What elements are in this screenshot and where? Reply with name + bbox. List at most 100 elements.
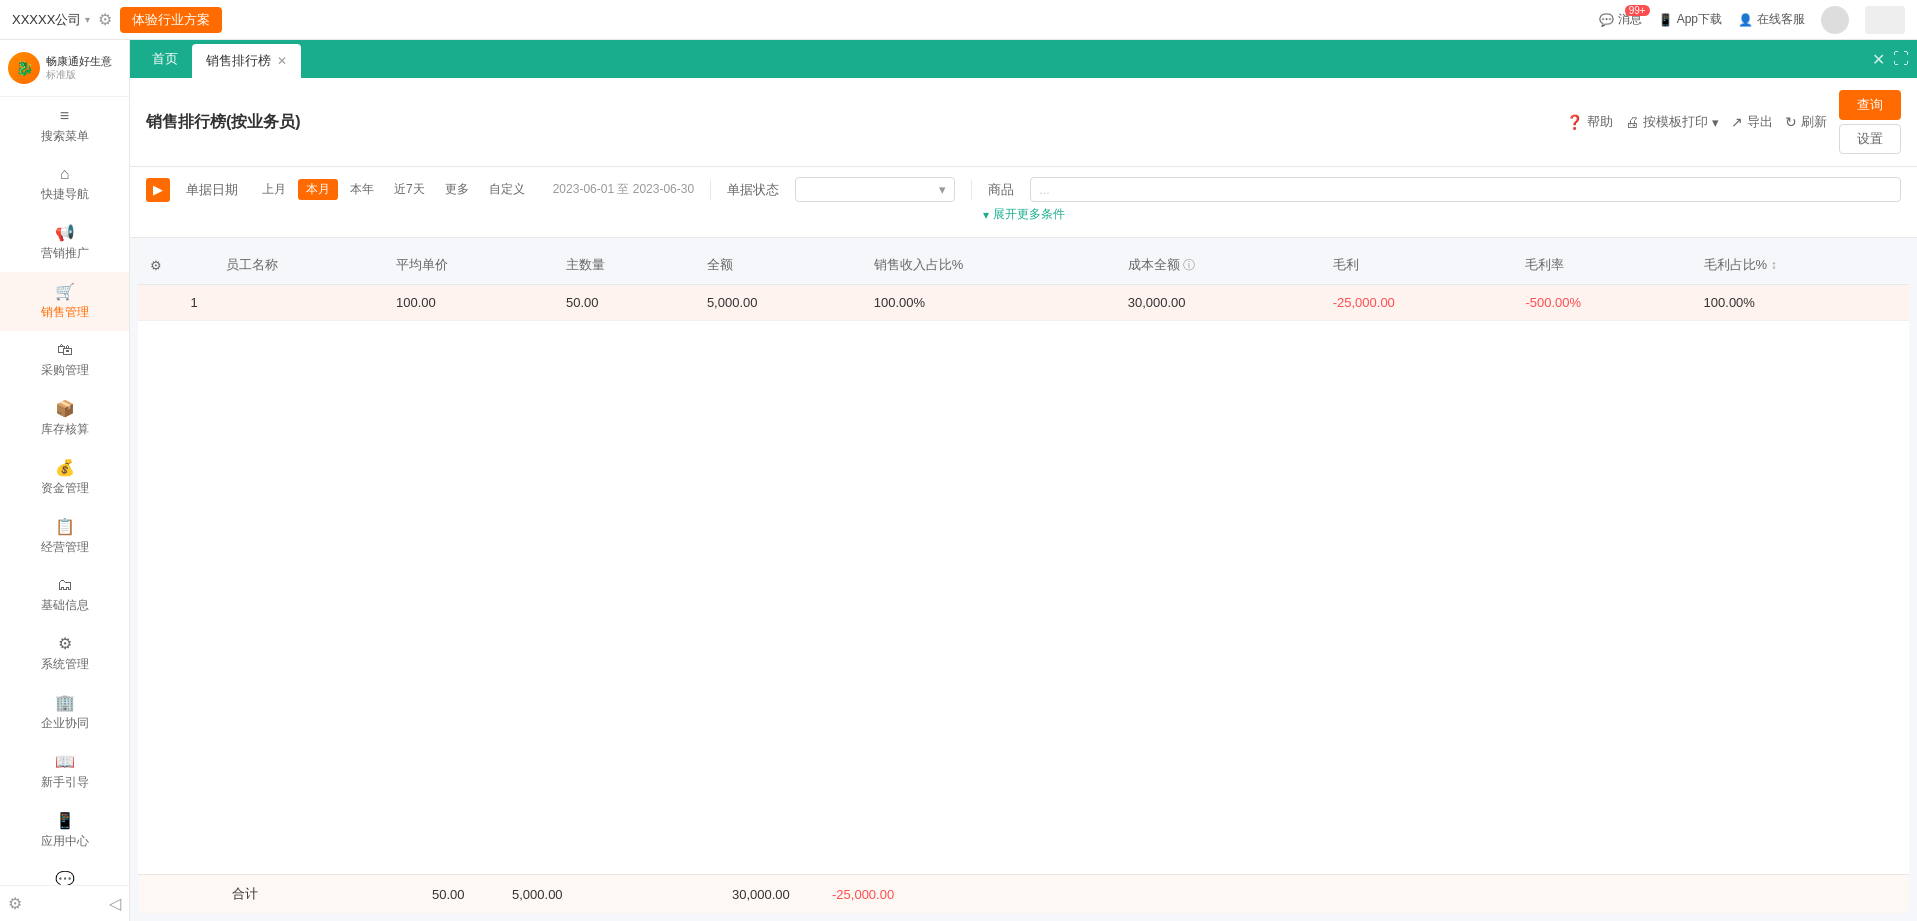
footer-qty: 50.00 — [420, 887, 500, 902]
sidebar-item-label: 基础信息 — [41, 597, 89, 614]
status-label: 单据状态 — [727, 181, 779, 199]
sidebar-settings-icon[interactable]: ⚙ — [8, 894, 22, 913]
guide-icon: 📖 — [55, 752, 75, 771]
footer-cost: 30,000.00 — [720, 887, 820, 902]
table-wrapper: ⚙ 员工名称 平均单价 主数量 全额 销售收入占比% 成本全额 ⓘ 毛利 毛利率… — [138, 246, 1909, 913]
tab-close-all-icon[interactable]: ✕ — [1872, 50, 1885, 69]
sidebar-item-basic-info[interactable]: 🗂 基础信息 — [0, 566, 129, 624]
sidebar-item-sales-mgmt[interactable]: 🛒 销售管理 — [0, 272, 129, 331]
avatar[interactable] — [1821, 6, 1849, 34]
date-tab-custom[interactable]: 自定义 — [481, 179, 533, 200]
cell-name — [214, 285, 384, 321]
basic-info-icon: 🗂 — [57, 576, 73, 594]
th-settings[interactable]: ⚙ — [138, 246, 174, 285]
sidebar-item-label: 企业协同 — [41, 715, 89, 732]
date-label: 单据日期 — [186, 181, 238, 199]
sidebar-item-marketing[interactable]: 📢 营销推广 — [0, 213, 129, 272]
th-name: 员工名称 — [214, 246, 384, 285]
export-icon: ↗ — [1731, 114, 1743, 130]
sidebar-item-enterprise[interactable]: 🏢 企业协同 — [0, 683, 129, 742]
table-empty-space — [138, 321, 1909, 874]
online-support-button[interactable]: 👤 在线客服 — [1738, 11, 1805, 28]
tab-sales-rank[interactable]: 销售排行榜 ✕ — [192, 44, 301, 78]
goods-placeholder: ... — [1039, 182, 1050, 197]
sidebar-item-sys-mgmt[interactable]: ⚙ 系统管理 — [0, 624, 129, 683]
finance-icon: 💰 — [55, 458, 75, 477]
sidebar-item-guide[interactable]: 📖 新手引导 — [0, 742, 129, 801]
sidebar-item-label: 资金管理 — [41, 480, 89, 497]
cell-settings — [138, 285, 174, 321]
sidebar-item-inventory[interactable]: 📦 库存核算 — [0, 389, 129, 448]
sidebar-item-finance[interactable]: 💰 资金管理 — [0, 448, 129, 507]
export-button[interactable]: ↗ 导出 — [1731, 113, 1773, 131]
print-chevron-icon: ▾ — [1712, 115, 1719, 130]
refresh-button[interactable]: ↻ 刷新 — [1785, 113, 1827, 131]
sidebar-item-label: 经营管理 — [41, 539, 89, 556]
footer-gross: -25,000.00 — [820, 887, 920, 902]
sidebar-item-search-order[interactable]: ≡ 搜索菜单 — [0, 97, 129, 155]
sales-mgmt-icon: 🛒 — [55, 282, 75, 301]
template-print-button[interactable]: 🖨 按模板打印 ▾ — [1625, 113, 1719, 131]
sidebar-collapse-icon[interactable]: ◁ — [109, 894, 121, 913]
goods-input[interactable]: ... — [1030, 177, 1901, 202]
query-button[interactable]: 查询 — [1839, 90, 1901, 120]
tab-maximize-icon[interactable]: ⛶ — [1893, 50, 1909, 69]
expand-button[interactable]: ▾ 展开更多条件 — [983, 206, 1065, 223]
user-name-placeholder[interactable] — [1865, 6, 1905, 34]
company-name: XXXXX公司 — [12, 11, 81, 29]
filter-divider-2 — [971, 180, 972, 200]
expand-row: ▾ 展开更多条件 — [146, 202, 1901, 227]
date-tab-this-month[interactable]: 本月 — [298, 179, 338, 200]
trial-button[interactable]: 体验行业方案 — [120, 7, 222, 33]
gross-pct-sort-icon[interactable]: ↕ — [1771, 258, 1777, 272]
message-button[interactable]: 💬 消息 99+ — [1599, 11, 1642, 28]
sidebar-item-label: 新手引导 — [41, 774, 89, 791]
sidebar-item-purchase-mgmt[interactable]: 🛍 采购管理 — [0, 331, 129, 389]
date-tab-last-7[interactable]: 近7天 — [386, 179, 433, 200]
sidebar-item-quick-nav[interactable]: ⌂ 快捷导航 — [0, 155, 129, 213]
app-download-button[interactable]: 📱 App下载 — [1658, 11, 1722, 28]
template-print-label: 按模板打印 — [1643, 113, 1708, 131]
filter-row: ▶ 单据日期 上月 本月 本年 近7天 更多 自定义 2023-06-01 至 … — [146, 177, 1901, 202]
enterprise-icon: 🏢 — [55, 693, 75, 712]
date-tab-this-year[interactable]: 本年 — [342, 179, 382, 200]
cell-gross-pct: 100.00% — [1692, 285, 1909, 321]
company-settings-icon[interactable]: ⚙ — [98, 10, 112, 29]
message-icon: 💬 — [1599, 13, 1614, 27]
cell-sales-pct: 100.00% — [862, 285, 1116, 321]
table-row: 1 100.00 50.00 5,000.00 100.00% 30,000.0… — [138, 285, 1909, 321]
support-icon: 👤 — [1738, 13, 1753, 27]
filter-toggle-icon[interactable]: ▶ — [146, 178, 170, 202]
home-tab-label: 首页 — [152, 50, 178, 68]
help-button[interactable]: ❓ 帮助 — [1566, 113, 1613, 131]
sidebar-item-label: 销售管理 — [41, 304, 89, 321]
app-center-icon: 📱 — [55, 811, 75, 830]
sidebar-item-wechat[interactable]: 💬 企业微信 — [0, 860, 129, 885]
page-header: 销售排行榜(按业务员) ❓ 帮助 🖨 按模板打印 ▾ ↗ 导出 — [130, 78, 1917, 167]
goods-label: 商品 — [988, 181, 1014, 199]
status-select[interactable]: ▾ — [795, 177, 955, 202]
sidebar-item-app-center[interactable]: 📱 应用中心 — [0, 801, 129, 860]
tab-home[interactable]: 首页 — [138, 40, 192, 78]
table-body: 1 100.00 50.00 5,000.00 100.00% 30,000.0… — [138, 285, 1909, 321]
help-icon: ❓ — [1566, 114, 1583, 130]
sidebar: 🐉 畅康通好生意 标准版 ≡ 搜索菜单 ⌂ 快捷导航 📢 营销推广 🛒 销售管理 — [0, 40, 130, 921]
app-icon: 📱 — [1658, 13, 1673, 27]
date-tab-more[interactable]: 更多 — [437, 179, 477, 200]
date-tab-last-month[interactable]: 上月 — [254, 179, 294, 200]
sidebar-item-label: 快捷导航 — [41, 186, 89, 203]
marketing-icon: 📢 — [55, 223, 75, 242]
date-range: 2023-06-01 至 2023-06-30 — [553, 181, 694, 198]
tab-close-icon[interactable]: ✕ — [277, 54, 287, 68]
cost-info-icon[interactable]: ⓘ — [1183, 258, 1195, 272]
wechat-icon: 💬 — [55, 870, 75, 885]
sidebar-item-operation[interactable]: 📋 经营管理 — [0, 507, 129, 566]
company-selector[interactable]: XXXXX公司 ▾ — [12, 11, 90, 29]
quick-nav-icon: ⌂ — [60, 165, 70, 183]
export-label: 导出 — [1747, 113, 1773, 131]
app-label: App下载 — [1677, 11, 1722, 28]
settings-button[interactable]: 设置 — [1839, 124, 1901, 154]
cell-amount: 5,000.00 — [695, 285, 862, 321]
expand-label: 展开更多条件 — [993, 206, 1065, 223]
main-layout: 🐉 畅康通好生意 标准版 ≡ 搜索菜单 ⌂ 快捷导航 📢 营销推广 🛒 销售管理 — [0, 40, 1917, 921]
